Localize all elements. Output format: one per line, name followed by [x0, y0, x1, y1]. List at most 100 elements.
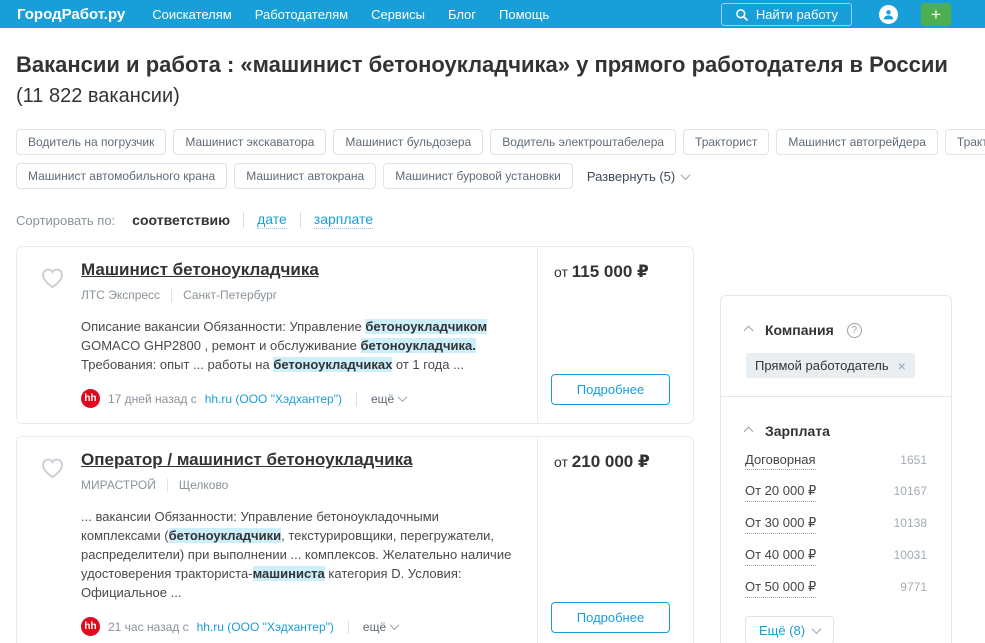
salary-filter-count: 1651 [900, 453, 927, 467]
related-query-chip[interactable]: Машинист экскаватора [173, 129, 327, 155]
details-button[interactable]: Подробнее [551, 602, 670, 633]
salary-filter-count: 10138 [893, 516, 927, 530]
hh-source-icon: hh [81, 389, 100, 408]
add-vacancy-button[interactable]: + [921, 2, 951, 26]
salary-filter-row: От 20 000 ₽ 10167 [745, 483, 927, 502]
divider [171, 288, 173, 302]
description-text: Требования: опыт ... работы на [81, 357, 274, 372]
chevron-down-icon [397, 392, 408, 403]
nav-menu-item[interactable]: Работодателям [255, 7, 348, 22]
job-card-body: Машинист бетоноукладчика ЛТС Экспресс Са… [81, 247, 537, 423]
more-actions-label: ещё [362, 619, 387, 634]
sort-option-selected[interactable]: соответствию [132, 212, 230, 228]
related-query-chip[interactable]: Машинист автогрейдера [776, 129, 938, 155]
search-icon [735, 8, 748, 21]
sort-option[interactable]: зарплате [313, 211, 374, 229]
salary-value: 210 000 ₽ [571, 452, 650, 471]
find-job-button[interactable]: Найти работу [720, 2, 852, 26]
posted-ago: 17 дней назад с [108, 391, 197, 406]
related-query-chip[interactable]: Водитель электроштабелера [490, 129, 677, 155]
job-card-side: от 115 000 ₽ Подробнее [537, 247, 693, 423]
account-button[interactable] [879, 4, 898, 24]
site-logo[interactable]: ГородРабот.ру [17, 6, 125, 23]
favorite-button[interactable] [17, 437, 81, 643]
expand-queries-link[interactable]: Развернуть (5) [587, 169, 691, 184]
salary-filter-row: От 40 000 ₽ 10031 [745, 547, 927, 566]
plus-icon: + [931, 4, 941, 24]
job-title-link[interactable]: Машинист бетоноукладчика [81, 260, 319, 280]
nav-menu-item[interactable]: Соискателям [152, 7, 231, 22]
divider [355, 391, 357, 406]
related-query-chip[interactable]: Машинист автомобильного крана [16, 163, 228, 189]
salary-filter-row: Договорная 1651 [745, 452, 927, 470]
favorite-button[interactable] [17, 247, 81, 423]
page-title: Вакансии и работа : «машинист бетоноукла… [16, 52, 948, 77]
related-query-chip[interactable]: Водитель на погрузчик [16, 129, 167, 155]
divider [299, 212, 301, 228]
filter-section-company: Компания ? Прямой работодатель × [721, 296, 951, 396]
description-text: бетоноукладчики [168, 528, 282, 543]
more-actions[interactable]: ещё [362, 619, 400, 634]
page-content: Вакансии и работа : «машинист бетоноукла… [0, 47, 985, 643]
filter-section-title: Зарплата [765, 423, 830, 439]
show-more-filters-button[interactable]: Ещё (8) [745, 616, 835, 643]
related-query-chip[interactable]: Машинист автокрана [234, 163, 377, 189]
job-card-side: от 210 000 ₽ Подробнее [537, 437, 693, 643]
salary-filter-link[interactable]: От 20 000 ₽ [745, 483, 817, 502]
salary-filter-link[interactable]: От 40 000 ₽ [745, 547, 817, 566]
sort-option[interactable]: дате [257, 211, 287, 229]
related-queries: Водитель на погрузчик Машинист экскаватор… [16, 129, 985, 189]
salary-prefix: от [554, 454, 568, 470]
city-name: Санкт-Петербург [183, 288, 278, 302]
nav-menu-item[interactable]: Сервисы [371, 7, 425, 22]
description-text: бетоноукладчика. [360, 338, 476, 353]
vacancy-count: (11 822 вакансии) [16, 85, 180, 107]
divider [243, 212, 245, 228]
more-actions[interactable]: ещё [371, 392, 408, 406]
show-more-label: Ещё (8) [759, 623, 806, 638]
salary-filter-link[interactable]: Договорная [745, 452, 816, 470]
salary: от 210 000 ₽ [554, 452, 677, 472]
help-icon[interactable]: ? [846, 322, 862, 338]
salary-filter-list: Договорная 1651 От 20 000 ₽ 10167 От 30 000 … [745, 452, 927, 598]
filter-section-header[interactable]: Компания ? [743, 322, 927, 338]
job-description: ... вакансии Обязанности: Управление бет… [81, 507, 519, 602]
filters-sidebar: Компания ? Прямой работодатель × Зарплат… [720, 295, 952, 643]
chevron-up-icon [743, 325, 754, 335]
active-filter-label: Прямой работодатель [755, 358, 889, 373]
find-job-label: Найти работу [755, 6, 838, 22]
related-query-chip[interactable]: Тракторист-машинист [944, 129, 985, 155]
posted-ago: 21 час назад с [108, 619, 189, 634]
description-text: Описание вакансии Обязанности: Управлени… [81, 319, 366, 334]
job-card-footer: hh 21 час назад с hh.ru (ООО "Хэдхантер"… [81, 617, 519, 636]
job-description: Описание вакансии Обязанности: Управлени… [81, 317, 519, 374]
user-icon [882, 8, 895, 21]
source-link[interactable]: hh.ru (ООО "Хэдхантер") [205, 392, 342, 406]
nav-menu-item[interactable]: Блог [448, 7, 476, 22]
job-title-link[interactable]: Оператор / машинист бетоноукладчика [81, 450, 413, 470]
salary-filter-link[interactable]: От 50 000 ₽ [745, 579, 817, 598]
description-text: машиниста [252, 566, 325, 581]
company-name: МИРАСТРОЙ [81, 478, 156, 492]
close-icon[interactable]: × [898, 359, 906, 373]
related-query-chip[interactable]: Тракторист [683, 129, 770, 155]
related-query-chip[interactable]: Машинист бульдозера [333, 129, 484, 155]
filter-section-header[interactable]: Зарплата [743, 423, 927, 439]
divider [166, 478, 168, 492]
active-filter-chip: Прямой работодатель × [746, 353, 915, 378]
hh-source-icon: hh [81, 617, 100, 636]
filter-section-title: Компания [765, 322, 834, 338]
nav-menu-item[interactable]: Помощь [499, 7, 549, 22]
salary-filter-count: 10031 [893, 548, 927, 562]
source-link[interactable]: hh.ru (ООО "Хэдхантер") [197, 620, 334, 634]
salary-filter-count: 10167 [893, 484, 927, 498]
salary-filter-row: От 50 000 ₽ 9771 [745, 579, 927, 598]
salary-filter-link[interactable]: От 30 000 ₽ [745, 515, 817, 534]
details-button[interactable]: Подробнее [551, 374, 670, 405]
navbar: ГородРабот.ру Соискателям Работодателям Се… [0, 0, 985, 28]
salary-filter-count: 9771 [900, 580, 927, 594]
chevron-down-icon [811, 624, 822, 635]
salary-prefix: от [554, 264, 568, 280]
salary-value: 115 000 ₽ [571, 262, 649, 281]
related-query-chip[interactable]: Машинист буровой установки [383, 163, 573, 189]
